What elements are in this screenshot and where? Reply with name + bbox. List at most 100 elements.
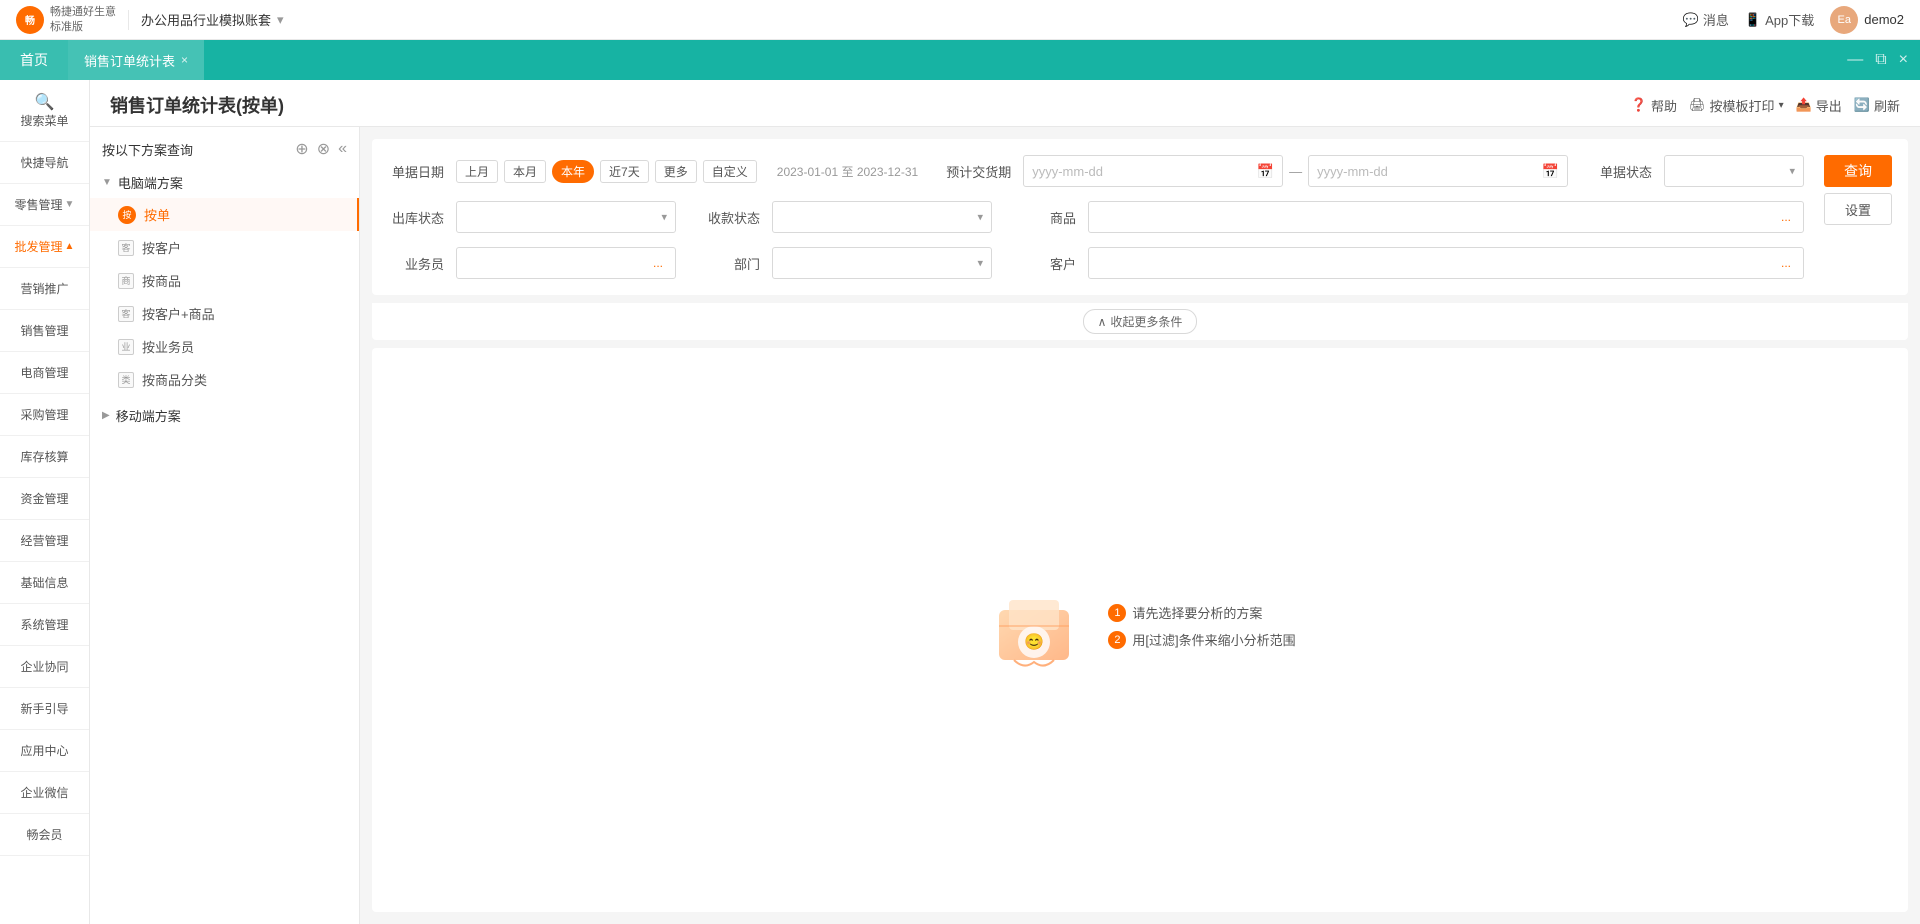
page-header: 销售订单统计表(按单) ❓ 帮助 🖨 按模板打印 ▾ 📤 导出 🔄 刷新 bbox=[90, 80, 1920, 127]
empty-hint-1: 1 请先选择要分析的方案 bbox=[1108, 603, 1295, 622]
date-range-text: 2023-01-01 至 2023-12-31 bbox=[777, 163, 918, 180]
left-panel-title: 按以下方案查询 bbox=[102, 140, 193, 159]
by-order-icon: 按 bbox=[118, 206, 136, 224]
filter-button-group: 查询 设置 bbox=[1824, 155, 1892, 225]
goods-more-button[interactable]: ... bbox=[1777, 210, 1795, 224]
date-btn-last-month[interactable]: 上月 bbox=[456, 160, 498, 183]
refresh-icon: 🔄 bbox=[1854, 97, 1870, 113]
pay-label: 收款状态 bbox=[704, 208, 760, 227]
refresh-button[interactable]: 🔄 刷新 bbox=[1854, 96, 1900, 115]
pay-select[interactable]: ▾ bbox=[772, 201, 992, 233]
tree-item-by-customer[interactable]: 客 按客户 bbox=[90, 231, 359, 264]
filter-fields: 单据日期 上月 本月 本年 近7天 更多 自定义 2023-01-01 至 20… bbox=[388, 155, 1804, 279]
export-icon: 📤 bbox=[1796, 97, 1812, 113]
page-actions: ❓ 帮助 🖨 按模板打印 ▾ 📤 导出 🔄 刷新 bbox=[1631, 96, 1900, 115]
print-template-button[interactable]: 🖨 按模板打印 ▾ bbox=[1689, 96, 1784, 115]
sidebar-item-system[interactable]: 系统管理 bbox=[0, 604, 89, 646]
tab-close-icon[interactable]: × bbox=[181, 53, 188, 67]
tree-item-by-salesperson[interactable]: 业 按业务员 bbox=[90, 330, 359, 363]
collapse-label: 收起更多条件 bbox=[1110, 313, 1182, 330]
date-btn-this-month[interactable]: 本月 bbox=[504, 160, 546, 183]
date-btn-this-year[interactable]: 本年 bbox=[552, 160, 594, 183]
window-close-button[interactable]: × bbox=[1899, 51, 1908, 69]
window-minimize-button[interactable]: — bbox=[1847, 51, 1863, 69]
tree-item-by-goods-category[interactable]: 类 按商品分类 bbox=[90, 363, 359, 396]
date-btn-custom[interactable]: 自定义 bbox=[703, 160, 757, 183]
topbar-title-arrow[interactable]: ▾ bbox=[277, 12, 284, 28]
content-area: 按以下方案查询 ⊕ ⊗ « ▼ 电脑端方案 按 按单 bbox=[90, 127, 1920, 924]
sidebar-item-search[interactable]: 🔍 搜索菜单 bbox=[0, 80, 89, 142]
customer-more-button[interactable]: ... bbox=[1777, 256, 1795, 270]
filter-row-1: 单据日期 上月 本月 本年 近7天 更多 自定义 2023-01-01 至 20… bbox=[388, 155, 1804, 187]
tree-item-by-customer-goods[interactable]: 客 按客户+商品 bbox=[90, 297, 359, 330]
status-select[interactable]: ▾ bbox=[1664, 155, 1804, 187]
tree-group-desktop: ▼ 电脑端方案 按 按单 客 按客户 bbox=[90, 167, 359, 396]
dept-select[interactable]: ▾ bbox=[772, 247, 992, 279]
wholesale-arrow-icon: ▲ bbox=[65, 241, 75, 252]
message-icon: 💬 bbox=[1683, 12, 1699, 28]
settings-button[interactable]: 设置 bbox=[1824, 193, 1892, 225]
sales-more-button[interactable]: ... bbox=[649, 256, 667, 270]
window-maximize-button[interactable]: ⧉ bbox=[1875, 51, 1886, 69]
print-arrow-icon: ▾ bbox=[1779, 100, 1784, 111]
collapse-button[interactable]: ∧ 收起更多条件 bbox=[1083, 309, 1198, 334]
sidebar-item-ecommerce[interactable]: 电商管理 bbox=[0, 352, 89, 394]
predict-date-from-placeholder: yyyy-mm-dd bbox=[1032, 164, 1103, 179]
topbar-actions: 💬 消息 📱 App下载 Ea demo2 bbox=[1683, 6, 1904, 34]
help-button[interactable]: ❓ 帮助 bbox=[1631, 96, 1677, 115]
tree-group-mobile: ▶ 移动端方案 bbox=[90, 400, 359, 431]
main-content: 销售订单统计表(按单) ❓ 帮助 🖨 按模板打印 ▾ 📤 导出 🔄 刷新 bbox=[90, 80, 1920, 924]
sidebar-item-marketing[interactable]: 营销推广 bbox=[0, 268, 89, 310]
tree-group-mobile-header[interactable]: ▶ 移动端方案 bbox=[90, 400, 359, 431]
dept-arrow-icon: ▾ bbox=[977, 257, 983, 270]
left-panel-header: 按以下方案查询 ⊕ ⊗ « bbox=[90, 139, 359, 167]
sidebar-item-sales[interactable]: 销售管理 bbox=[0, 310, 89, 352]
topbar-title: 办公用品行业模拟账套 ▾ bbox=[141, 10, 1671, 29]
sidebar-item-newbie[interactable]: 新手引导 bbox=[0, 688, 89, 730]
sidebar-item-quick-nav[interactable]: 快捷导航 bbox=[0, 142, 89, 184]
date-btn-7days[interactable]: 近7天 bbox=[600, 160, 649, 183]
message-button[interactable]: 💬 消息 bbox=[1683, 10, 1729, 29]
stock-select[interactable]: ▾ bbox=[456, 201, 676, 233]
sidebar-item-purchase[interactable]: 采购管理 bbox=[0, 394, 89, 436]
sales-label: 业务员 bbox=[388, 254, 444, 273]
sidebar-item-operation[interactable]: 经营管理 bbox=[0, 520, 89, 562]
settings-plan-button[interactable]: ⊗ bbox=[317, 139, 330, 159]
sales-select[interactable]: ... bbox=[456, 247, 676, 279]
tree-group-desktop-header[interactable]: ▼ 电脑端方案 bbox=[90, 167, 359, 198]
sidebar-item-wholesale[interactable]: 批发管理 ▲ bbox=[0, 226, 89, 268]
sidebar-item-app-center[interactable]: 应用中心 bbox=[0, 730, 89, 772]
query-button[interactable]: 查询 bbox=[1824, 155, 1892, 187]
date-button-group: 上月 本月 本年 近7天 更多 自定义 bbox=[456, 160, 757, 183]
sidebar-item-inventory[interactable]: 库存核算 bbox=[0, 436, 89, 478]
predict-date-picker: yyyy-mm-dd 📅 — yyyy-mm-dd 📅 bbox=[1023, 155, 1568, 187]
sidebar-item-basic-info[interactable]: 基础信息 bbox=[0, 562, 89, 604]
goods-select[interactable]: ... bbox=[1088, 201, 1804, 233]
sidebar-item-enterprise[interactable]: 企业协同 bbox=[0, 646, 89, 688]
export-button[interactable]: 📤 导出 bbox=[1796, 96, 1842, 115]
filter-area: 单据日期 上月 本月 本年 近7天 更多 自定义 2023-01-01 至 20… bbox=[372, 139, 1908, 295]
sidebar-item-member[interactable]: 畅会员 bbox=[0, 814, 89, 856]
username: demo2 bbox=[1864, 12, 1904, 27]
customer-select[interactable]: ... bbox=[1088, 247, 1804, 279]
sidebar-item-finance[interactable]: 资金管理 bbox=[0, 478, 89, 520]
app-download-button[interactable]: 📱 App下载 bbox=[1745, 10, 1814, 29]
predict-date-to[interactable]: yyyy-mm-dd 📅 bbox=[1308, 155, 1568, 187]
collapse-bar: ∧ 收起更多条件 bbox=[372, 303, 1908, 340]
sidebar-item-wechat[interactable]: 企业微信 bbox=[0, 772, 89, 814]
add-plan-button[interactable]: ⊕ bbox=[295, 139, 308, 159]
by-goods-icon: 商 bbox=[118, 273, 134, 289]
sidebar-item-retail[interactable]: 零售管理 ▼ bbox=[0, 184, 89, 226]
tab-sales-order-stats[interactable]: 销售订单统计表 × bbox=[68, 40, 204, 80]
predict-date-to-placeholder: yyyy-mm-dd bbox=[1317, 164, 1388, 179]
tree-item-by-goods[interactable]: 商 按商品 bbox=[90, 264, 359, 297]
predict-date-from[interactable]: yyyy-mm-dd 📅 bbox=[1023, 155, 1283, 187]
collapse-panel-button[interactable]: « bbox=[338, 140, 347, 158]
tab-home[interactable]: 首页 bbox=[0, 40, 68, 80]
date-btn-more[interactable]: 更多 bbox=[655, 160, 697, 183]
user-menu[interactable]: Ea demo2 bbox=[1830, 6, 1904, 34]
filter-row-3: 业务员 ... 部门 ▾ 客户 bbox=[388, 247, 1804, 279]
goods-label: 商品 bbox=[1020, 208, 1076, 227]
tree-item-by-order[interactable]: 按 按单 bbox=[90, 198, 359, 231]
filter-main: 单据日期 上月 本月 本年 近7天 更多 自定义 2023-01-01 至 20… bbox=[388, 155, 1892, 279]
